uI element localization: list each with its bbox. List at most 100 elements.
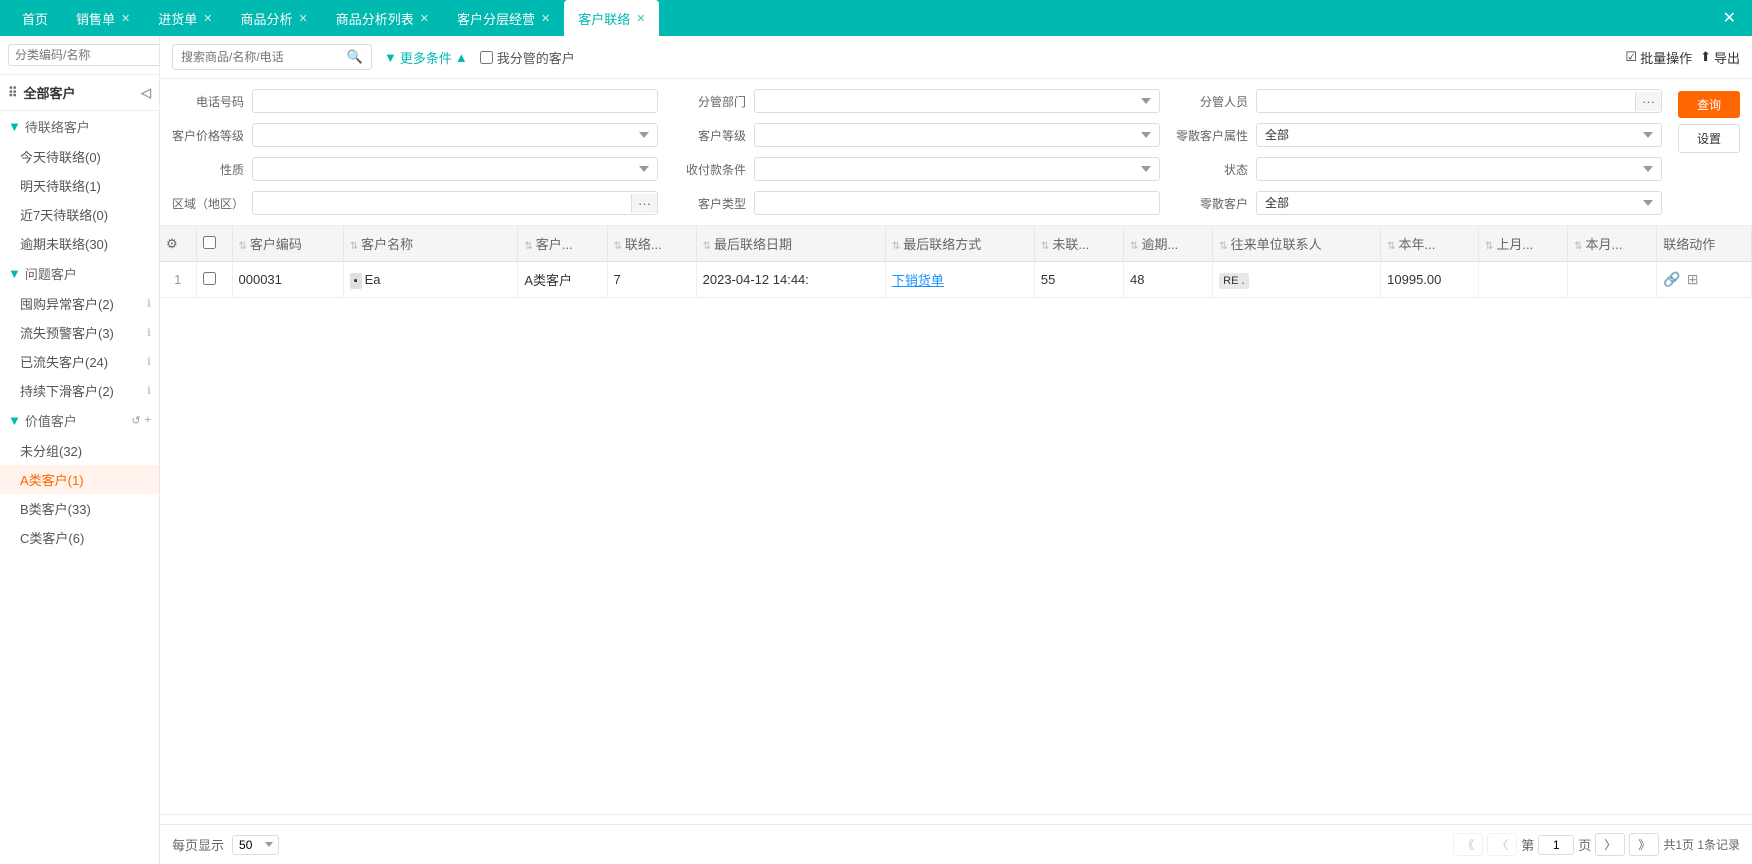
sidebar-group-title[interactable]: ▼价值客户↺+ bbox=[0, 405, 159, 436]
adv-input-region[interactable] bbox=[253, 192, 631, 214]
filter-my-checkbox[interactable] bbox=[480, 51, 493, 64]
adv-select-payment[interactable] bbox=[754, 157, 1160, 181]
gear-icon[interactable]: ⚙ bbox=[166, 236, 178, 251]
info-icon[interactable]: ℹ bbox=[147, 355, 151, 368]
window-close-button[interactable]: ✕ bbox=[1715, 8, 1744, 28]
adv-label-retail-attr: 零散客户属性 bbox=[1176, 127, 1256, 144]
adv-label-phone: 电话号码 bbox=[172, 93, 252, 110]
page-size-select[interactable]: 50 100 200 bbox=[232, 835, 279, 855]
sidebar-list-item[interactable]: 未分组(32) bbox=[0, 436, 159, 465]
nav-tab[interactable]: 商品分析✕ bbox=[226, 0, 321, 36]
sidebar-item-label: A类客户(1) bbox=[20, 470, 84, 489]
sidebar-list-item[interactable]: 明天待联络(1) bbox=[0, 171, 159, 200]
action-grid-icon[interactable]: ⊞ bbox=[1687, 271, 1699, 288]
adv-input-phone[interactable] bbox=[252, 89, 658, 113]
adv-filter-person: 分管人员 ··· bbox=[1176, 89, 1662, 113]
row-company-contact: RE . bbox=[1213, 262, 1381, 298]
sidebar-list-item[interactable]: 近7天待联络(0) bbox=[0, 200, 159, 229]
row-last-method: 下销货单 bbox=[885, 262, 1034, 298]
adv-label-person: 分管人员 bbox=[1176, 93, 1256, 110]
adv-select-status[interactable] bbox=[1256, 157, 1662, 181]
top-nav: 首页 销售单✕进货单✕商品分析✕商品分析列表✕客户分层经营✕客户联络✕ ✕ bbox=[0, 0, 1752, 36]
row-checkbox[interactable] bbox=[203, 272, 216, 285]
sidebar-item-label: 囤购异常客户(2) bbox=[20, 294, 114, 313]
sidebar-list-item[interactable]: A类客户(1) bbox=[0, 465, 159, 494]
sidebar-list-item[interactable]: B类客户(33) bbox=[0, 494, 159, 523]
nav-tab[interactable]: 进货单✕ bbox=[144, 0, 226, 36]
sidebar-list-item[interactable]: 流失预警客户(3) ℹ bbox=[0, 318, 159, 347]
adv-filter-retail: 零散客户 全部 bbox=[1176, 191, 1662, 215]
adv-select-nature[interactable] bbox=[252, 157, 658, 181]
select-all-checkbox[interactable] bbox=[203, 236, 216, 249]
filter-more-btn[interactable]: ▼ 更多条件 ▲ bbox=[384, 48, 468, 67]
sidebar-group-label: 价值客户 bbox=[25, 411, 77, 430]
adv-ellipsis-person[interactable]: ··· bbox=[1635, 92, 1661, 111]
action-link-icon[interactable]: 🔗 bbox=[1663, 271, 1680, 288]
adv-control-price-level bbox=[252, 123, 658, 147]
next-page-btn[interactable]: 〉 bbox=[1595, 833, 1625, 856]
info-icon[interactable]: ℹ bbox=[147, 297, 151, 310]
filter-my-customer[interactable]: 我分管的客户 bbox=[480, 48, 575, 67]
adv-select-retail[interactable]: 全部 bbox=[1256, 191, 1662, 215]
prev-page-btn[interactable]: 〈 bbox=[1487, 833, 1517, 856]
refresh-icon[interactable]: ↺ bbox=[131, 414, 140, 427]
sidebar-collapse-icon[interactable]: ◁ bbox=[141, 85, 151, 101]
export-btn[interactable]: ⬆ 导出 bbox=[1700, 48, 1740, 67]
adv-select-cust-level[interactable] bbox=[754, 123, 1160, 147]
export-label: 导出 bbox=[1714, 48, 1740, 67]
filter-my-label: 我分管的客户 bbox=[497, 48, 575, 67]
sidebar-group-title[interactable]: ▼待联络客户 bbox=[0, 111, 159, 142]
tab-close-icon[interactable]: ✕ bbox=[203, 12, 212, 25]
adv-input-cust-type[interactable] bbox=[754, 191, 1160, 215]
sidebar-item-label: 流失预警客户(3) bbox=[20, 323, 114, 342]
sidebar-group-label: 待联络客户 bbox=[25, 117, 90, 136]
page-input[interactable] bbox=[1538, 835, 1574, 855]
nav-tab[interactable]: 客户联络✕ bbox=[564, 0, 659, 36]
sidebar-group-title[interactable]: ▼问题客户 bbox=[0, 258, 159, 289]
adv-ellipsis-region[interactable]: ··· bbox=[631, 194, 657, 213]
sidebar-list-item[interactable]: 持续下滑客户(2)ℹ bbox=[0, 376, 159, 405]
sidebar-list-item[interactable]: 已流失客户(24)ℹ bbox=[0, 347, 159, 376]
tab-close-icon[interactable]: ✕ bbox=[299, 12, 308, 25]
adv-select-dept[interactable] bbox=[754, 89, 1160, 113]
sidebar-list-item[interactable]: 今天待联络(0) bbox=[0, 142, 159, 171]
info-icon[interactable]: ℹ bbox=[147, 326, 151, 339]
nav-tab[interactable]: 客户分层经营✕ bbox=[443, 0, 564, 36]
last-method-link[interactable]: 下销货单 bbox=[892, 273, 944, 288]
adv-input-person[interactable] bbox=[1257, 90, 1635, 112]
adv-control-cust-type bbox=[754, 191, 1160, 215]
sidebar-item-label: C类客户(6) bbox=[20, 528, 84, 547]
adv-select-price-level[interactable] bbox=[252, 123, 658, 147]
sidebar-list-item[interactable]: 囤购异常客户(2) ℹ bbox=[0, 289, 159, 318]
export-icon: ⬆ bbox=[1700, 49, 1711, 65]
batch-label: 批量操作 bbox=[1640, 48, 1692, 67]
filter-search-input[interactable] bbox=[181, 50, 343, 64]
row-overdue: 48 bbox=[1124, 262, 1213, 298]
adv-label-region: 区域（地区） bbox=[172, 195, 252, 212]
row-customer-type: A类客户 bbox=[518, 262, 607, 298]
nav-tab[interactable]: 商品分析列表✕ bbox=[322, 0, 443, 36]
tab-close-icon[interactable]: ✕ bbox=[121, 12, 130, 25]
sidebar-list-item[interactable]: C类客户(6) bbox=[0, 523, 159, 552]
nav-home[interactable]: 首页 bbox=[8, 0, 62, 36]
sidebar-list-item[interactable]: 逾期未联络(30) bbox=[0, 229, 159, 258]
query-button[interactable]: 查询 bbox=[1678, 91, 1740, 118]
tab-close-icon[interactable]: ✕ bbox=[541, 12, 550, 25]
tab-close-icon[interactable]: ✕ bbox=[636, 12, 645, 25]
horizontal-scrollbar[interactable] bbox=[160, 814, 1752, 824]
add-icon[interactable]: + bbox=[145, 414, 151, 427]
dots-icon: ⠿ bbox=[8, 85, 18, 101]
adv-select-retail-attr[interactable]: 全部 bbox=[1256, 123, 1662, 147]
batch-btn[interactable]: ☑ 批量操作 bbox=[1625, 48, 1692, 67]
last-page-btn[interactable]: 》 bbox=[1629, 833, 1659, 856]
tab-close-icon[interactable]: ✕ bbox=[420, 12, 429, 25]
sidebar-search-input[interactable] bbox=[8, 44, 160, 66]
adv-control-retail: 全部 bbox=[1256, 191, 1662, 215]
settings-button[interactable]: 设置 bbox=[1678, 124, 1740, 153]
th-contact-count: ⇅联络... bbox=[607, 226, 696, 262]
first-page-btn[interactable]: 《 bbox=[1453, 833, 1483, 856]
nav-tab[interactable]: 销售单✕ bbox=[62, 0, 144, 36]
info-icon[interactable]: ℹ bbox=[147, 384, 151, 397]
filter-search-icon[interactable]: 🔍 bbox=[347, 49, 363, 65]
adv-label-retail: 零散客户 bbox=[1176, 195, 1256, 212]
